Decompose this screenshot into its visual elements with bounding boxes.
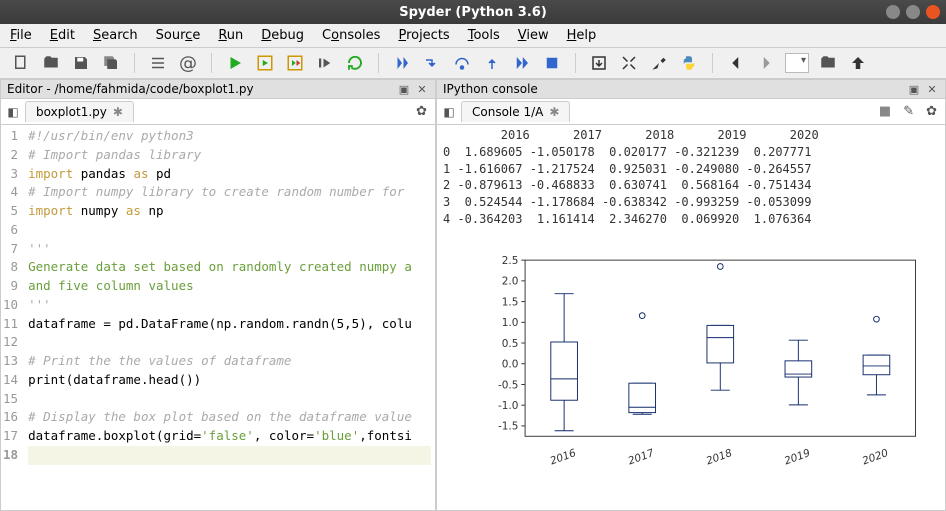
at-icon[interactable]: @ xyxy=(177,52,199,74)
svg-text:2.5: 2.5 xyxy=(502,255,519,267)
tab-list-icon[interactable]: ◧ xyxy=(5,104,21,120)
menu-view[interactable]: View xyxy=(518,28,549,43)
svg-text:0.5: 0.5 xyxy=(502,338,519,350)
svg-text:-1.0: -1.0 xyxy=(498,400,518,412)
debug-stop-icon[interactable] xyxy=(541,52,563,74)
editor-options-icon[interactable]: ✿ xyxy=(412,104,431,119)
svg-text:2020: 2020 xyxy=(861,447,890,468)
console-tab-close-icon[interactable]: ✱ xyxy=(549,105,559,119)
console-pane-title: IPython console xyxy=(443,82,903,96)
console-clear-icon[interactable]: ✎ xyxy=(899,104,918,119)
debug-step-in-icon[interactable] xyxy=(421,52,443,74)
menu-edit[interactable]: Edit xyxy=(50,28,75,43)
debug-step-out-icon[interactable] xyxy=(481,52,503,74)
save-icon[interactable] xyxy=(70,52,92,74)
editor-tab-label: boxplot1.py xyxy=(36,105,107,119)
code-editor[interactable]: 123456789101112131415161718 #!/usr/bin/e… xyxy=(1,125,435,510)
menu-source[interactable]: Source xyxy=(156,28,201,43)
debug-step-icon[interactable] xyxy=(391,52,413,74)
boxplot-chart: -1.5 -1.0 -0.5 0.0 0.5 1.0 1.5 2.0 2.5 2016 2017 20… xyxy=(437,230,945,510)
menu-projects[interactable]: Projects xyxy=(398,28,449,43)
toolbar: @ xyxy=(0,48,946,79)
pane-close-icon[interactable]: ✕ xyxy=(415,82,429,96)
editor-tab[interactable]: boxplot1.py ✱ xyxy=(25,101,134,122)
debug-step-over-icon[interactable] xyxy=(451,52,473,74)
svg-text:1.5: 1.5 xyxy=(502,296,519,308)
console-pane-options-icon[interactable]: ▣ xyxy=(907,82,921,96)
open-file-icon[interactable] xyxy=(40,52,62,74)
svg-text:2.0: 2.0 xyxy=(502,275,519,287)
menubar: File Edit Search Source Run Debug Consol… xyxy=(0,24,946,48)
menu-tools[interactable]: Tools xyxy=(468,28,500,43)
editor-pane-title: Editor - /home/fahmida/code/boxplot1.py xyxy=(7,82,393,96)
maximize-pane-icon[interactable] xyxy=(618,52,640,74)
svg-text:2018: 2018 xyxy=(705,447,734,468)
run-cell-icon[interactable] xyxy=(254,52,276,74)
svg-text:1.0: 1.0 xyxy=(502,317,519,329)
back-icon[interactable] xyxy=(725,52,747,74)
titlebar: Spyder (Python 3.6) xyxy=(0,0,946,24)
pane-options-icon[interactable]: ▣ xyxy=(397,82,411,96)
svg-text:2016: 2016 xyxy=(549,447,578,468)
list-icon[interactable] xyxy=(147,52,169,74)
console-tab[interactable]: Console 1/A ✱ xyxy=(461,101,570,122)
svg-text:-1.5: -1.5 xyxy=(498,421,518,433)
parent-dir-icon[interactable] xyxy=(847,52,869,74)
new-file-icon[interactable] xyxy=(10,52,32,74)
console-options-icon[interactable]: ✿ xyxy=(922,104,941,119)
import-icon[interactable] xyxy=(588,52,610,74)
forward-icon[interactable] xyxy=(755,52,777,74)
python-icon[interactable] xyxy=(678,52,700,74)
console-pane: IPython console ▣ ✕ ◧ Console 1/A ✱ ■ ✎ … xyxy=(436,79,946,511)
debug-continue-icon[interactable] xyxy=(511,52,533,74)
rerun-icon[interactable] xyxy=(344,52,366,74)
editor-pane: Editor - /home/fahmida/code/boxplot1.py … xyxy=(0,79,436,511)
maximize-button[interactable] xyxy=(906,5,920,19)
run-icon[interactable] xyxy=(224,52,246,74)
svg-text:2017: 2017 xyxy=(627,447,656,468)
svg-text:0.0: 0.0 xyxy=(502,358,519,370)
close-window-button[interactable] xyxy=(926,5,940,19)
working-dir-dropdown[interactable] xyxy=(785,53,809,73)
menu-run[interactable]: Run xyxy=(218,28,243,43)
save-all-icon[interactable] xyxy=(100,52,122,74)
minimize-button[interactable] xyxy=(886,5,900,19)
window-title: Spyder (Python 3.6) xyxy=(399,5,547,20)
menu-consoles[interactable]: Consoles xyxy=(322,28,380,43)
svg-text:2019: 2019 xyxy=(783,447,812,468)
console-pane-close-icon[interactable]: ✕ xyxy=(925,82,939,96)
console-tab-list-icon[interactable]: ◧ xyxy=(441,104,457,120)
console-output[interactable]: 2016 2017 2018 2019 2020 0 1.689605 -1.0… xyxy=(437,125,945,230)
editor-tab-close-icon[interactable]: ✱ xyxy=(113,105,123,119)
console-tab-label: Console 1/A xyxy=(472,105,543,119)
menu-search[interactable]: Search xyxy=(93,28,138,43)
browse-dir-icon[interactable] xyxy=(817,52,839,74)
console-stop-icon[interactable]: ■ xyxy=(875,104,895,119)
menu-file[interactable]: File xyxy=(10,28,32,43)
menu-help[interactable]: Help xyxy=(567,28,597,43)
menu-debug[interactable]: Debug xyxy=(261,28,304,43)
run-cell-advance-icon[interactable] xyxy=(284,52,306,74)
svg-text:-0.5: -0.5 xyxy=(498,379,518,391)
preferences-icon[interactable] xyxy=(648,52,670,74)
run-selection-icon[interactable] xyxy=(314,52,336,74)
